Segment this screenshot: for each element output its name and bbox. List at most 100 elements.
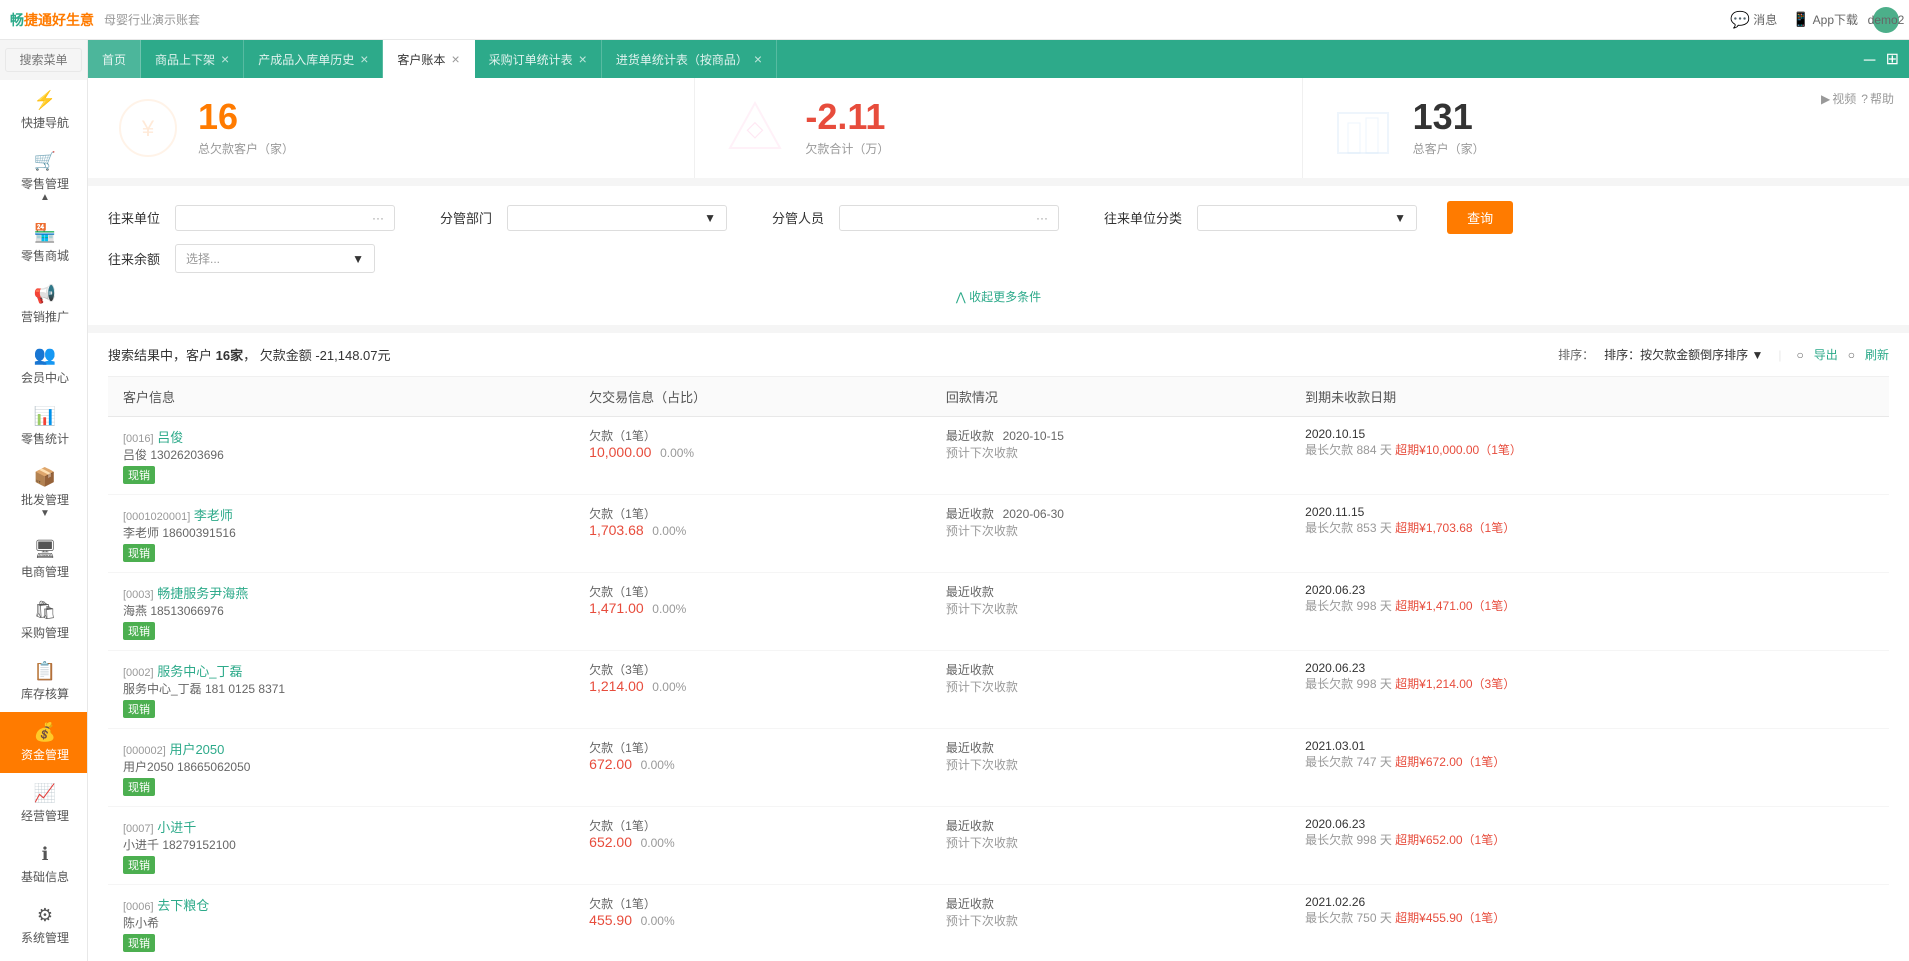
sidebar-item-marketing[interactable]: 📢 营销推广 [0, 274, 87, 335]
balance-select[interactable]: 选择... ▼ [175, 244, 375, 273]
tab-close-customer-account[interactable]: × [451, 51, 459, 67]
customer-name-1[interactable]: 李老师 [194, 508, 233, 523]
cell-owe-info-5: 欠款（1笔） 652.00 0.00% [574, 807, 931, 885]
refresh-btn[interactable]: 刷新 [1865, 346, 1889, 363]
overdue-link-6[interactable]: 超期¥455.90（1笔） [1395, 911, 1505, 925]
last-collect-label-2: 最近收款 [946, 585, 994, 599]
tab-close-purchase-order[interactable]: × [579, 51, 587, 67]
cell-collection-2: 最近收款 预计下次收款 [931, 573, 1290, 651]
customer-name-2[interactable]: 畅捷服务尹海燕 [157, 586, 248, 601]
tab-close-products[interactable]: × [221, 51, 229, 67]
sidebar-item-inventory[interactable]: 📋 库存核算 [0, 651, 87, 712]
system-icon: ⚙ [8, 905, 82, 926]
tab-close-production[interactable]: × [360, 51, 368, 67]
app-download-btn[interactable]: 📱 App下载 [1792, 11, 1858, 28]
sidebar-item-retail-stats[interactable]: 📊 零售统计 [0, 396, 87, 457]
sidebar-item-quick-nav[interactable]: ⚡ 快捷导航 [0, 80, 87, 141]
next-collect-0: 预计下次收款 [946, 444, 1275, 461]
tab-maximize-btn[interactable]: ⊞ [1886, 49, 1899, 69]
dept-select[interactable]: ▼ [507, 205, 727, 231]
overdue-link-3[interactable]: 超期¥1,214.00（3笔） [1395, 677, 1515, 691]
sidebar-item-retail-mall[interactable]: 🏪 零售商城 [0, 213, 87, 274]
sidebar-item-enterprise[interactable]: 🤝 企业协同 [0, 956, 87, 961]
customer-name-5[interactable]: 小进千 [157, 820, 196, 835]
overdue-link-0[interactable]: 超期¥10,000.00（1笔） [1395, 443, 1522, 457]
search-button[interactable]: 查询 [1447, 201, 1513, 234]
sidebar-item-business[interactable]: 📈 经营管理 [0, 773, 87, 834]
sidebar-item-member-center[interactable]: 👥 会员中心 [0, 335, 87, 396]
customer-name-4[interactable]: 用户2050 [169, 742, 224, 757]
last-collect-label-0: 最近收款 [946, 429, 994, 443]
customer-tag-2: 现销 [123, 622, 155, 640]
owe-amount-2[interactable]: 1,471.00 [589, 600, 644, 616]
search-input[interactable] [5, 48, 82, 72]
customer-name-0[interactable]: 吕俊 [157, 430, 183, 445]
overdue-link-5[interactable]: 超期¥652.00（1笔） [1395, 833, 1505, 847]
help-icon: ? [1861, 92, 1868, 106]
message-btn[interactable]: 💬 消息 [1730, 10, 1777, 30]
overdue-days-4: 最长欠款 747 天 [1305, 755, 1395, 769]
top-bar-right: 💬 消息 📱 App下载 demo2 [1730, 7, 1899, 33]
sidebar-item-purchase[interactable]: 🛍 采购管理 [0, 590, 87, 651]
filter-row-2: 往来余额 选择... ▼ [108, 244, 1889, 273]
owe-amount-0[interactable]: 10,000.00 [589, 444, 651, 460]
help-btn[interactable]: ? 帮助 [1861, 90, 1894, 107]
sidebar-item-batch-mgmt[interactable]: 📦 批发管理 ▼ [0, 457, 87, 529]
sort-select[interactable]: 排序：按欠款金额倒序排序 ▼ [1604, 346, 1763, 363]
cell-due-date-5: 2020.06.23 最长欠款 998 天 超期¥652.00（1笔） [1290, 807, 1889, 885]
overdue-link-2[interactable]: 超期¥1,471.00（1笔） [1395, 599, 1515, 613]
customer-name-3[interactable]: 服务中心_丁磊 [157, 664, 242, 679]
unit-category-select[interactable]: ▼ [1197, 205, 1417, 231]
sidebar-item-finance[interactable]: 💰 资金管理 [0, 712, 87, 773]
source-unit-dots-icon: ··· [372, 211, 384, 225]
sidebar-item-basic-info[interactable]: ℹ 基础信息 [0, 834, 87, 895]
sidebar-item-system[interactable]: ⚙ 系统管理 [0, 895, 87, 956]
customer-tag-0: 现销 [123, 466, 155, 484]
tab-home[interactable]: 首页 [88, 40, 141, 78]
stats-bar: ¥ 16 总欠款客户（家） ◇ [88, 78, 1909, 178]
tab-close-stock-stats[interactable]: × [754, 51, 762, 67]
tab-production[interactable]: 产成品入库单历史 × [244, 40, 383, 78]
owe-amount-4[interactable]: 672.00 [589, 756, 632, 772]
export-btn[interactable]: 导出 [1814, 346, 1838, 363]
tab-purchase-order[interactable]: 采购订单统计表 × [475, 40, 602, 78]
video-help-btn[interactable]: ▶ 视频 [1821, 90, 1856, 107]
avatar[interactable]: demo2 [1873, 7, 1899, 33]
customer-phone-4: 用户2050 18665062050 [123, 758, 559, 775]
collapse-btn[interactable]: ⋀ 收起更多条件 [108, 283, 1889, 310]
due-date-5: 2020.06.23 [1305, 817, 1874, 831]
customer-phone-3: 服务中心_丁磊 181 0125 8371 [123, 680, 559, 697]
owe-amount-6[interactable]: 455.90 [589, 912, 632, 928]
tab-customer-account[interactable]: 客户账本 × [383, 40, 474, 78]
cell-customer-info-6: [0006] 去下粮仓 陈小希 现销 [108, 885, 574, 961]
results-summary: 搜索结果中，客户 16家， 欠款金额 -21,148.07元 [108, 345, 391, 364]
table-row: [0003] 畅捷服务尹海燕 海燕 18513066976 现销 欠款（1笔） … [108, 573, 1889, 651]
source-unit-input[interactable]: ··· [175, 205, 395, 231]
overdue-link-1[interactable]: 超期¥1,703.68（1笔） [1395, 521, 1515, 535]
customer-id-5: [0007] [123, 823, 154, 835]
purchase-icon: 🛍 [8, 600, 82, 621]
sidebar-item-retail-mgmt[interactable]: 🛒 零售管理 ▲ [0, 141, 87, 213]
owe-amount-1[interactable]: 1,703.68 [589, 522, 644, 538]
sidebar-search[interactable] [0, 40, 87, 80]
owe-customers-label: 总欠款客户（家） [198, 140, 294, 157]
tab-stock-stats[interactable]: 进货单统计表（按商品） × [602, 40, 777, 78]
cell-owe-info-6: 欠款（1笔） 455.90 0.00% [574, 885, 931, 961]
manager-input[interactable]: ··· [839, 205, 1059, 231]
overdue-link-4[interactable]: 超期¥672.00（1笔） [1395, 755, 1505, 769]
last-collect-date-0: 2020-10-15 [1003, 429, 1064, 443]
customer-phone-6: 陈小希 [123, 914, 559, 931]
tab-products[interactable]: 商品上下架 × [141, 40, 244, 78]
table-row: [0001020001] 李老师 李老师 18600391516 现销 欠款（1… [108, 495, 1889, 573]
app-subtitle: 母婴行业演示账套 [104, 11, 1730, 28]
customer-id-6: [0006] [123, 901, 154, 913]
tab-minimize-btn[interactable]: － [1862, 47, 1878, 71]
unit-category-label: 往来单位分类 [1104, 208, 1182, 227]
owe-amount-5[interactable]: 652.00 [589, 834, 632, 850]
customer-name-6[interactable]: 去下粮仓 [157, 898, 209, 913]
owe-amount-3[interactable]: 1,214.00 [589, 678, 644, 694]
sidebar-item-ecommerce[interactable]: 🖥 电商管理 [0, 529, 87, 590]
owe-count-4: 欠款（1笔） [589, 739, 916, 756]
owe-count-1: 欠款（1笔） [589, 505, 916, 522]
export-icon: ○ [1796, 348, 1803, 362]
